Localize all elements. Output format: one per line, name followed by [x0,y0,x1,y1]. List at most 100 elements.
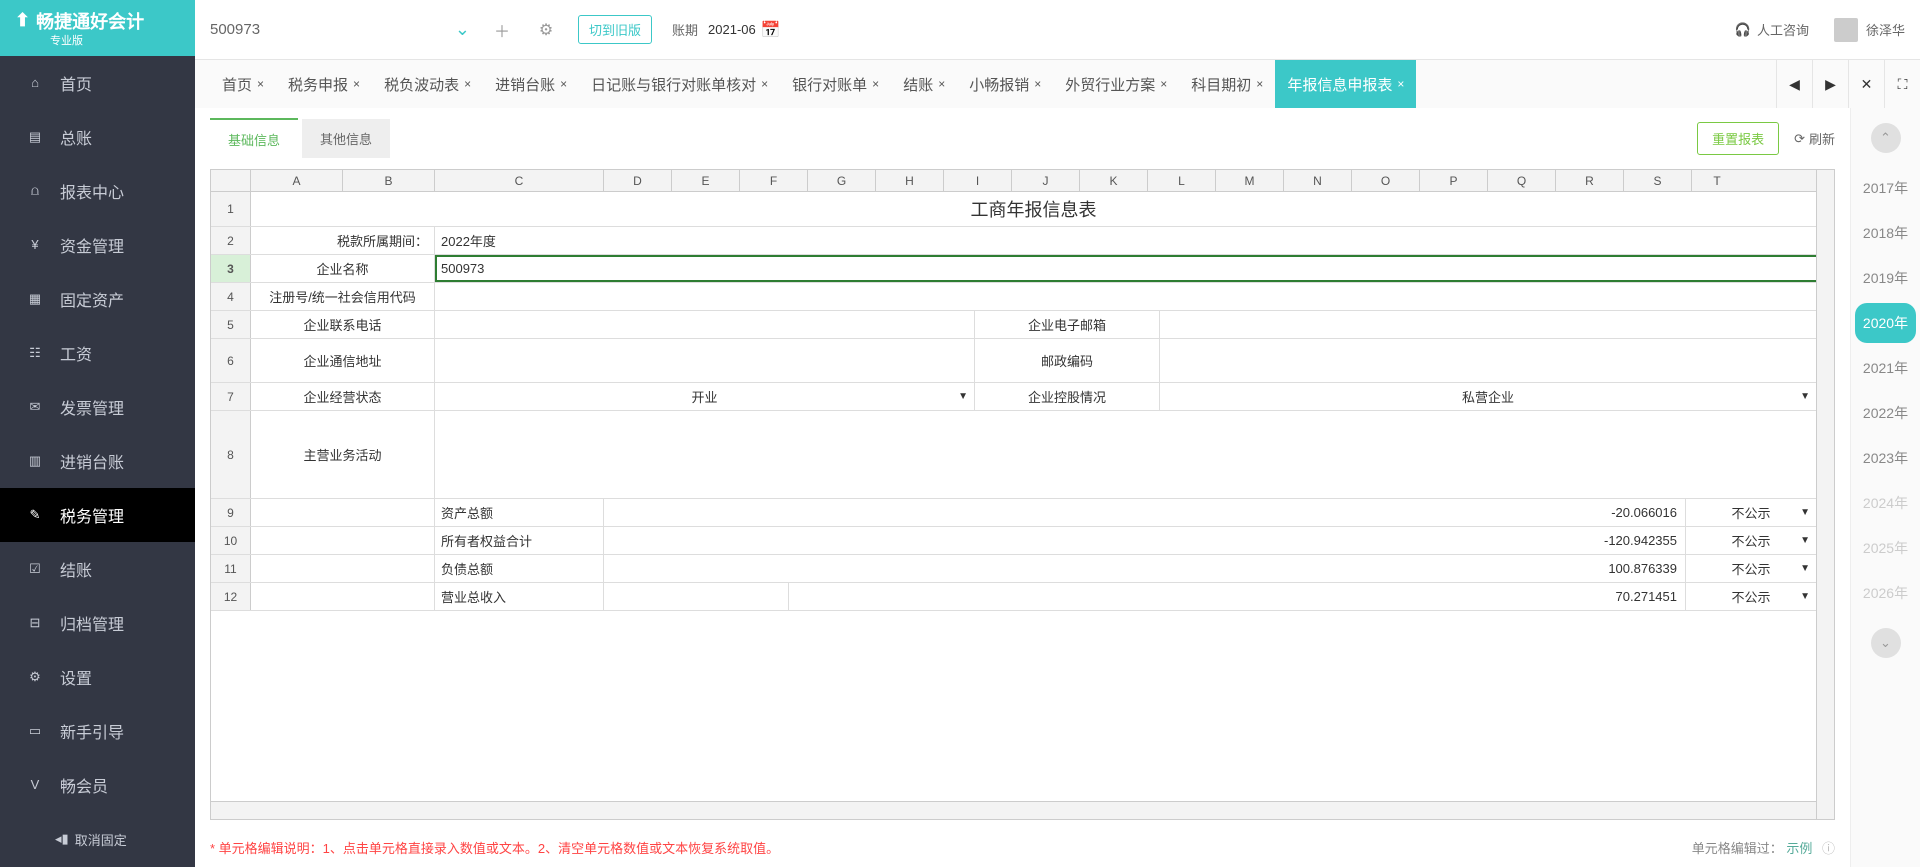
tab-close-icon[interactable]: × [1034,77,1041,91]
col-header-N[interactable]: N [1284,170,1352,191]
tab-close-icon[interactable]: × [872,77,879,91]
tab-close-icon[interactable]: × [257,77,264,91]
corner-cell[interactable] [211,170,251,191]
sidebar-item-1[interactable]: ▤总账 [0,110,195,164]
fin-value[interactable]: 100.876339 [604,555,1686,582]
year-2020年[interactable]: 2020年 [1855,303,1916,343]
address-input[interactable] [435,339,975,382]
col-header-I[interactable]: I [944,170,1012,191]
col-header-J[interactable]: J [1012,170,1080,191]
col-header-P[interactable]: P [1420,170,1488,191]
refresh-button[interactable]: ⟳ 刷新 [1794,129,1835,148]
row-header[interactable]: 3 [211,255,251,282]
tab-5[interactable]: 银行对账单 × [780,60,891,108]
sidebar-item-0[interactable]: ⌂首页 [0,56,195,110]
row-header[interactable]: 6 [211,339,251,382]
row-header[interactable]: 9 [211,499,251,526]
sidebar-item-2[interactable]: ⩍报表中心 [0,164,195,218]
year-2017年[interactable]: 2017年 [1855,168,1916,208]
sidebar-item-6[interactable]: ✉发票管理 [0,380,195,434]
tab-scroll-right[interactable]: ▶ [1812,60,1848,108]
col-header-S[interactable]: S [1624,170,1692,191]
col-header-E[interactable]: E [672,170,740,191]
publish-select[interactable]: 不公示▼ [1686,527,1816,554]
main-activity-input[interactable] [435,411,1816,498]
user-menu[interactable]: 徐泽华 [1834,18,1905,42]
add-icon[interactable]: ＋ [490,18,514,42]
period-value[interactable]: 2021-06 [708,22,756,37]
tab-9[interactable]: 科目期初 × [1179,60,1275,108]
subtab-other-info[interactable]: 其他信息 [302,119,390,158]
fin-value[interactable]: -120.942355 [604,527,1686,554]
col-header-B[interactable]: B [343,170,435,191]
help-icon[interactable]: ⓘ [1822,841,1835,856]
col-header-H[interactable]: H [876,170,944,191]
year-2018年[interactable]: 2018年 [1855,213,1916,253]
tab-4[interactable]: 日记账与银行对账单核对 × [579,60,780,108]
col-header-K[interactable]: K [1080,170,1148,191]
tab-2[interactable]: 税负波动表 × [372,60,483,108]
col-header-R[interactable]: R [1556,170,1624,191]
row-header[interactable]: 1 [211,192,251,226]
sidebar-item-4[interactable]: ▦固定资产 [0,272,195,326]
row-header[interactable]: 4 [211,283,251,310]
tab-close-all[interactable]: ✕ [1848,60,1884,108]
col-header-F[interactable]: F [740,170,808,191]
tab-6[interactable]: 结账 × [891,60,957,108]
col-header-T[interactable]: T [1692,170,1742,191]
sidebar-item-7[interactable]: ▥进销台账 [0,434,195,488]
tab-10[interactable]: 年报信息申报表 × [1275,60,1416,108]
col-header-G[interactable]: G [808,170,876,191]
year-2026年[interactable]: 2026年 [1855,573,1916,613]
sidebar-item-8[interactable]: ✎税务管理 [0,488,195,542]
year-scroll-up[interactable]: ⌃ [1871,123,1901,153]
row-header[interactable]: 7 [211,383,251,410]
cancel-fix-button[interactable]: ◂▮ 取消固定 [0,812,195,867]
tax-period-value[interactable]: 2022年度 [435,227,1816,254]
tab-close-icon[interactable]: × [761,77,768,91]
col-header-O[interactable]: O [1352,170,1420,191]
tab-8[interactable]: 外贸行业方案 × [1053,60,1179,108]
reg-code-input[interactable] [435,283,1816,310]
col-header-A[interactable]: A [251,170,343,191]
holding-select[interactable]: 私营企业▼ [1160,383,1816,410]
year-2019年[interactable]: 2019年 [1855,258,1916,298]
col-header-C[interactable]: C [435,170,604,191]
year-2024年[interactable]: 2024年 [1855,483,1916,523]
sidebar-item-11[interactable]: ⚙设置 [0,650,195,704]
company-name-input[interactable]: 500973 [435,255,1816,282]
tab-close-icon[interactable]: × [1160,77,1167,91]
tab-0[interactable]: 首页 × [210,60,276,108]
sidebar-item-3[interactable]: ¥资金管理 [0,218,195,272]
fin-value[interactable]: -20.066016 [604,499,1686,526]
gear-icon[interactable]: ⚙ [534,20,558,40]
row-header[interactable]: 5 [211,311,251,338]
status-select[interactable]: 开业▼ [435,383,975,410]
year-2022年[interactable]: 2022年 [1855,393,1916,433]
vertical-scrollbar[interactable] [1816,170,1834,819]
sidebar-item-10[interactable]: ⊟归档管理 [0,596,195,650]
calendar-icon[interactable]: 📅 [761,20,781,40]
horizontal-scrollbar[interactable] [211,801,1816,819]
example-link[interactable]: 示例 [1786,841,1812,856]
fin-value[interactable]: 70.271451 [789,583,1686,610]
year-2023年[interactable]: 2023年 [1855,438,1916,478]
col-header-M[interactable]: M [1216,170,1284,191]
reset-report-button[interactable]: 重置报表 [1697,122,1779,155]
col-header-D[interactable]: D [604,170,672,191]
tab-close-icon[interactable]: × [1397,77,1404,91]
sidebar-item-9[interactable]: ☑结账 [0,542,195,596]
subtab-basic-info[interactable]: 基础信息 [210,118,298,159]
publish-select[interactable]: 不公示▼ [1686,583,1816,610]
tab-1[interactable]: 税务申报 × [276,60,372,108]
tab-7[interactable]: 小畅报销 × [957,60,1053,108]
company-selector[interactable]: 500973 ⌄ [210,19,480,40]
publish-select[interactable]: 不公示▼ [1686,499,1816,526]
row-header[interactable]: 10 [211,527,251,554]
old-version-button[interactable]: 切到旧版 [578,15,652,44]
col-header-Q[interactable]: Q [1488,170,1556,191]
sidebar-item-13[interactable]: V畅会员 [0,758,195,812]
tab-close-icon[interactable]: × [464,77,471,91]
year-scroll-down[interactable]: ⌄ [1871,628,1901,658]
publish-select[interactable]: 不公示▼ [1686,555,1816,582]
